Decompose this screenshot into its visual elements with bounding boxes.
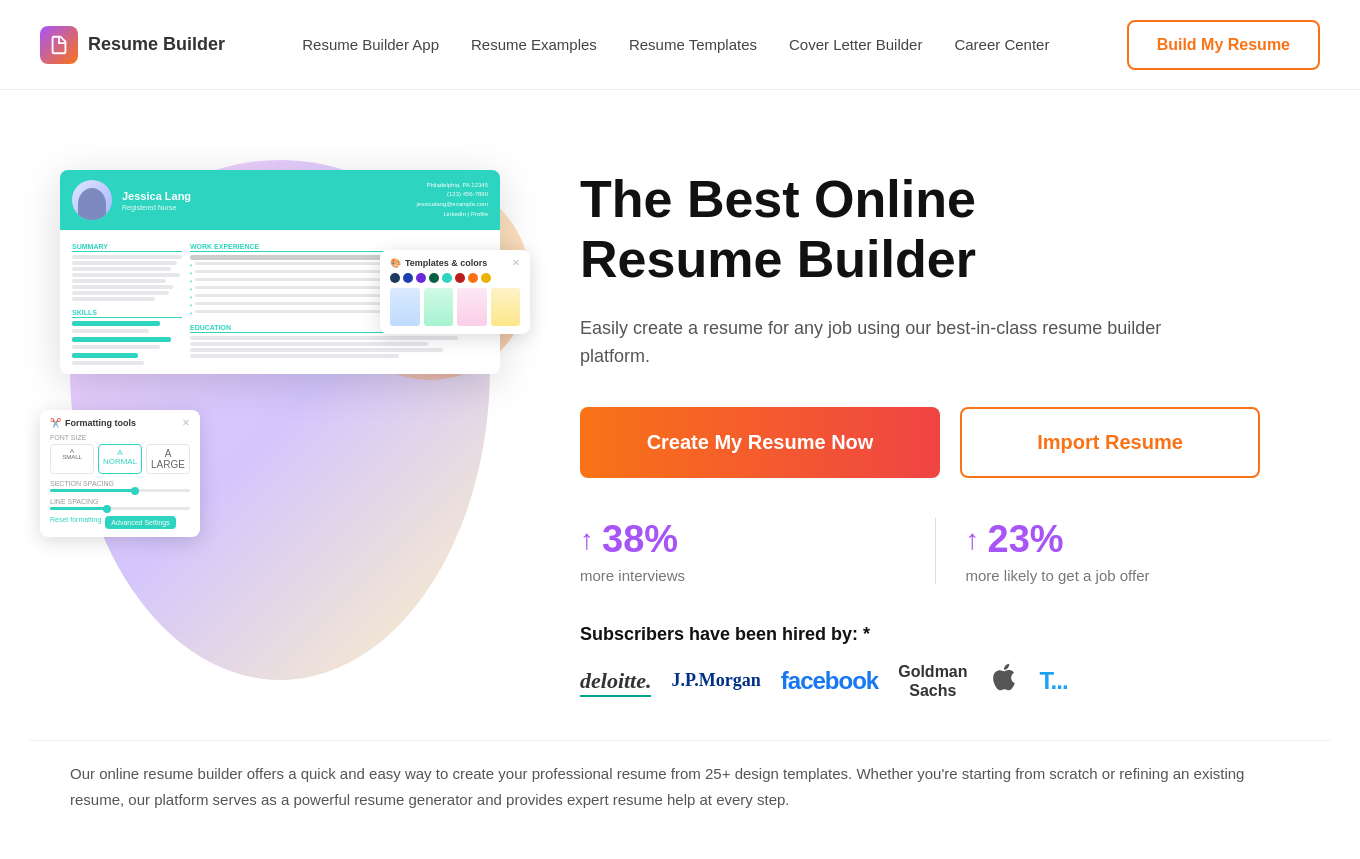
arrow-up-interviews: ↑: [580, 524, 594, 556]
advanced-settings-btn[interactable]: Advanced Settings: [105, 516, 175, 529]
hero-text-column: The Best Online Resume Builder Easily cr…: [580, 150, 1320, 700]
reset-formatting-btn[interactable]: Reset formatting: [50, 516, 101, 529]
arrow-up-job-offer: ↑: [966, 524, 980, 556]
hero-title: The Best Online Resume Builder: [580, 170, 1320, 290]
logo-text: Resume Builder: [88, 34, 225, 55]
line-spacing-slider[interactable]: [50, 507, 190, 510]
color-dots: [390, 273, 520, 283]
hero-image-column: Jessica Lang Registered Nurse Philadelph…: [40, 150, 520, 700]
header: Resume Builder Resume Builder App Resume…: [0, 0, 1360, 90]
main-nav: Resume Builder App Resume Examples Resum…: [302, 36, 1049, 53]
deloitte-logo: deloitte.: [580, 668, 651, 694]
font-size-label: FONT SIZE: [50, 434, 190, 441]
nav-item-resume-templates[interactable]: Resume Templates: [629, 36, 757, 53]
stat-job-offer-label: more likely to get a job offer: [966, 567, 1291, 584]
goldman-sachs-logo: GoldmanSachs: [898, 662, 967, 700]
hired-section: Subscribers have been hired by: * deloit…: [580, 624, 1320, 700]
jpmorgan-logo: J.P.Morgan: [671, 670, 760, 691]
stats-row: ↑ 38% more interviews ↑ 23% more likely …: [580, 518, 1320, 584]
resume-job-title: Registered Nurse: [122, 204, 191, 211]
hero-subtitle: Easily create a resume for any job using…: [580, 314, 1220, 372]
apple-logo: [988, 661, 1020, 700]
stat-interviews: ↑ 38% more interviews: [580, 518, 936, 584]
nav-item-cover-letter[interactable]: Cover Letter Builder: [789, 36, 922, 53]
section-spacing-label: SECTION SPACING: [50, 480, 190, 487]
hired-logos: deloitte. J.P.Morgan facebook GoldmanSac…: [580, 661, 1320, 700]
templates-panel: 🎨 Templates & colors ✕: [380, 250, 530, 334]
twitter-logo: T...: [1040, 667, 1068, 695]
hired-title: Subscribers have been hired by: *: [580, 624, 1320, 645]
nav-item-resume-examples[interactable]: Resume Examples: [471, 36, 597, 53]
font-large-btn[interactable]: ALARGE: [146, 444, 190, 474]
footer-description: Our online resume builder offers a quick…: [30, 740, 1330, 852]
hero-section: Jessica Lang Registered Nurse Philadelph…: [0, 90, 1360, 740]
stat-job-offer: ↑ 23% more likely to get a job offer: [966, 518, 1321, 584]
nav-item-career-center[interactable]: Career Center: [954, 36, 1049, 53]
resume-name: Jessica Lang: [122, 189, 191, 203]
formatting-panel-title: ✂️ Formatting tools ✕: [50, 418, 190, 428]
resume-header: Jessica Lang Registered Nurse Philadelph…: [60, 170, 500, 230]
templates-panel-title: 🎨 Templates & colors ✕: [390, 258, 520, 268]
resume-name-block: Jessica Lang Registered Nurse: [122, 189, 191, 210]
font-normal-btn[interactable]: ANORMAL: [98, 444, 142, 474]
create-resume-button[interactable]: Create My Resume Now: [580, 407, 940, 478]
logo[interactable]: Resume Builder: [40, 26, 225, 64]
stat-interviews-label: more interviews: [580, 567, 905, 584]
facebook-logo: facebook: [781, 667, 878, 695]
formatting-panel: ✂️ Formatting tools ✕ FONT SIZE ASMALL A…: [40, 410, 200, 537]
hero-cta-row: Create My Resume Now Import Resume: [580, 407, 1320, 478]
font-small-btn[interactable]: ASMALL: [50, 444, 94, 474]
stat-interviews-number: 38%: [602, 518, 678, 561]
resume-avatar: [72, 180, 112, 220]
logo-svg: [48, 34, 70, 56]
logo-icon: [40, 26, 78, 64]
line-spacing-label: LINE SPACING: [50, 498, 190, 505]
hero-title-line2: Resume Builder: [580, 230, 976, 288]
nav-item-resume-builder-app[interactable]: Resume Builder App: [302, 36, 439, 53]
hero-title-line1: The Best Online: [580, 170, 976, 228]
stat-job-offer-number: 23%: [988, 518, 1064, 561]
footer-desc-text: Our online resume builder offers a quick…: [70, 761, 1290, 812]
template-thumbnails: [390, 288, 520, 326]
build-my-resume-button[interactable]: Build My Resume: [1127, 20, 1320, 70]
avatar-silhouette: [78, 188, 106, 220]
import-resume-button[interactable]: Import Resume: [960, 407, 1260, 478]
section-spacing-slider[interactable]: [50, 489, 190, 492]
resume-mockup: Jessica Lang Registered Nurse Philadelph…: [60, 170, 500, 374]
font-size-row: ASMALL ANORMAL ALARGE: [50, 444, 190, 474]
resume-contact: Philadelphia, PA 12345 (123) 456-7890 je…: [417, 181, 488, 219]
resume-left-col: Summary Skills: [72, 238, 182, 366]
